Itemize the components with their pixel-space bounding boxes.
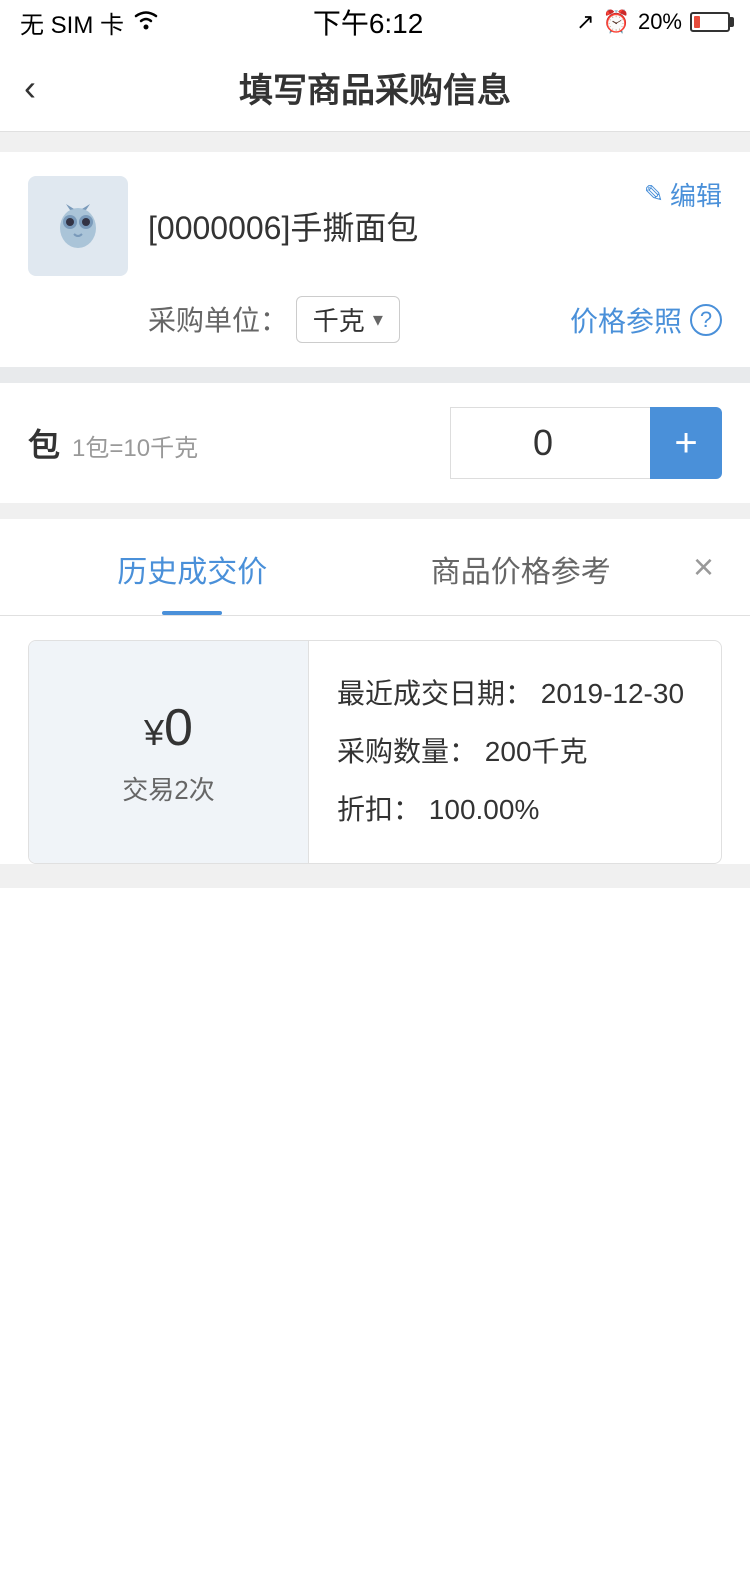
status-left: 无 SIM 卡	[20, 5, 160, 40]
carrier-label: 无 SIM 卡	[20, 5, 124, 40]
product-card: [0000006]手撕面包 ✎ 编辑 采购单位： 千克 ▾ 价格参照 ?	[0, 152, 750, 367]
purchase-qty-row: 采购数量： 200千克	[337, 731, 693, 773]
discount-row: 折扣： 100.00%	[337, 789, 693, 831]
page-title: 填写商品采购信息	[239, 63, 511, 112]
back-button[interactable]: ‹	[24, 67, 36, 109]
tab-price-reference[interactable]: 商品价格参考	[356, 519, 684, 615]
product-left: [0000006]手撕面包	[28, 176, 418, 276]
history-trades-count: 交易2次	[122, 770, 214, 807]
location-icon: ↗	[576, 9, 594, 35]
unit-label: 采购单位：	[148, 305, 288, 336]
edit-icon: ✎	[644, 180, 664, 209]
history-card: ¥0 交易2次 最近成交日期： 2019-12-30 采购数量： 200千克 折…	[28, 640, 722, 864]
chevron-down-icon: ▾	[373, 307, 383, 332]
quantity-input[interactable]	[450, 407, 650, 479]
unit-conversion-hint: 1包=10千克	[72, 428, 198, 463]
purchase-qty-value: 200千克	[485, 736, 588, 767]
recent-date-value: 2019-12-30	[541, 678, 684, 709]
wifi-icon	[132, 8, 160, 37]
status-right: ↗ ⏰ 20%	[576, 9, 730, 35]
tab-history-price[interactable]: 历史成交价	[28, 519, 356, 615]
product-unit-row: 采购单位： 千克 ▾ 价格参照 ?	[28, 296, 722, 343]
tab-bar: 历史成交价 商品价格参考 ×	[0, 519, 750, 616]
currency-symbol: ¥	[144, 712, 164, 753]
battery-percent: 20%	[638, 9, 682, 35]
quantity-row: 包 1包=10千克 +	[0, 383, 750, 503]
history-details: 最近成交日期： 2019-12-30 采购数量： 200千克 折扣： 100.0…	[309, 641, 721, 863]
recent-date-row: 最近成交日期： 2019-12-30	[337, 673, 693, 715]
nav-bar: ‹ 填写商品采购信息	[0, 44, 750, 132]
price-reference-button[interactable]: 价格参照 ?	[570, 300, 722, 340]
status-time: 下午6:12	[313, 2, 424, 42]
quantity-plus-button[interactable]: +	[650, 407, 722, 479]
battery-icon	[690, 12, 730, 32]
help-icon: ?	[690, 304, 722, 336]
quantity-input-wrap: +	[450, 407, 722, 479]
edit-button[interactable]: ✎ 编辑	[644, 176, 722, 213]
quantity-unit-label: 包	[28, 420, 60, 466]
history-price-left: ¥0 交易2次	[29, 641, 309, 863]
quantity-label-wrap: 包 1包=10千克	[28, 420, 198, 466]
product-thumbnail	[28, 176, 128, 276]
status-bar: 无 SIM 卡 下午6:12 ↗ ⏰ 20%	[0, 0, 750, 44]
product-header: [0000006]手撕面包 ✎ 编辑	[28, 176, 722, 276]
history-price-value: ¥0	[144, 698, 193, 758]
unit-label-wrap: 采购单位： 千克 ▾	[148, 296, 400, 343]
main-content-area	[0, 888, 750, 1588]
tab-section: 历史成交价 商品价格参考 × ¥0 交易2次 最近成交日期： 2019-12-3…	[0, 519, 750, 864]
unit-select[interactable]: 千克 ▾	[296, 296, 400, 343]
alarm-icon: ⏰	[603, 9, 630, 35]
discount-value: 100.00%	[429, 794, 540, 825]
section-divider	[0, 367, 750, 383]
tab-close-button[interactable]: ×	[685, 546, 722, 588]
product-name: [0000006]手撕面包	[148, 203, 418, 249]
